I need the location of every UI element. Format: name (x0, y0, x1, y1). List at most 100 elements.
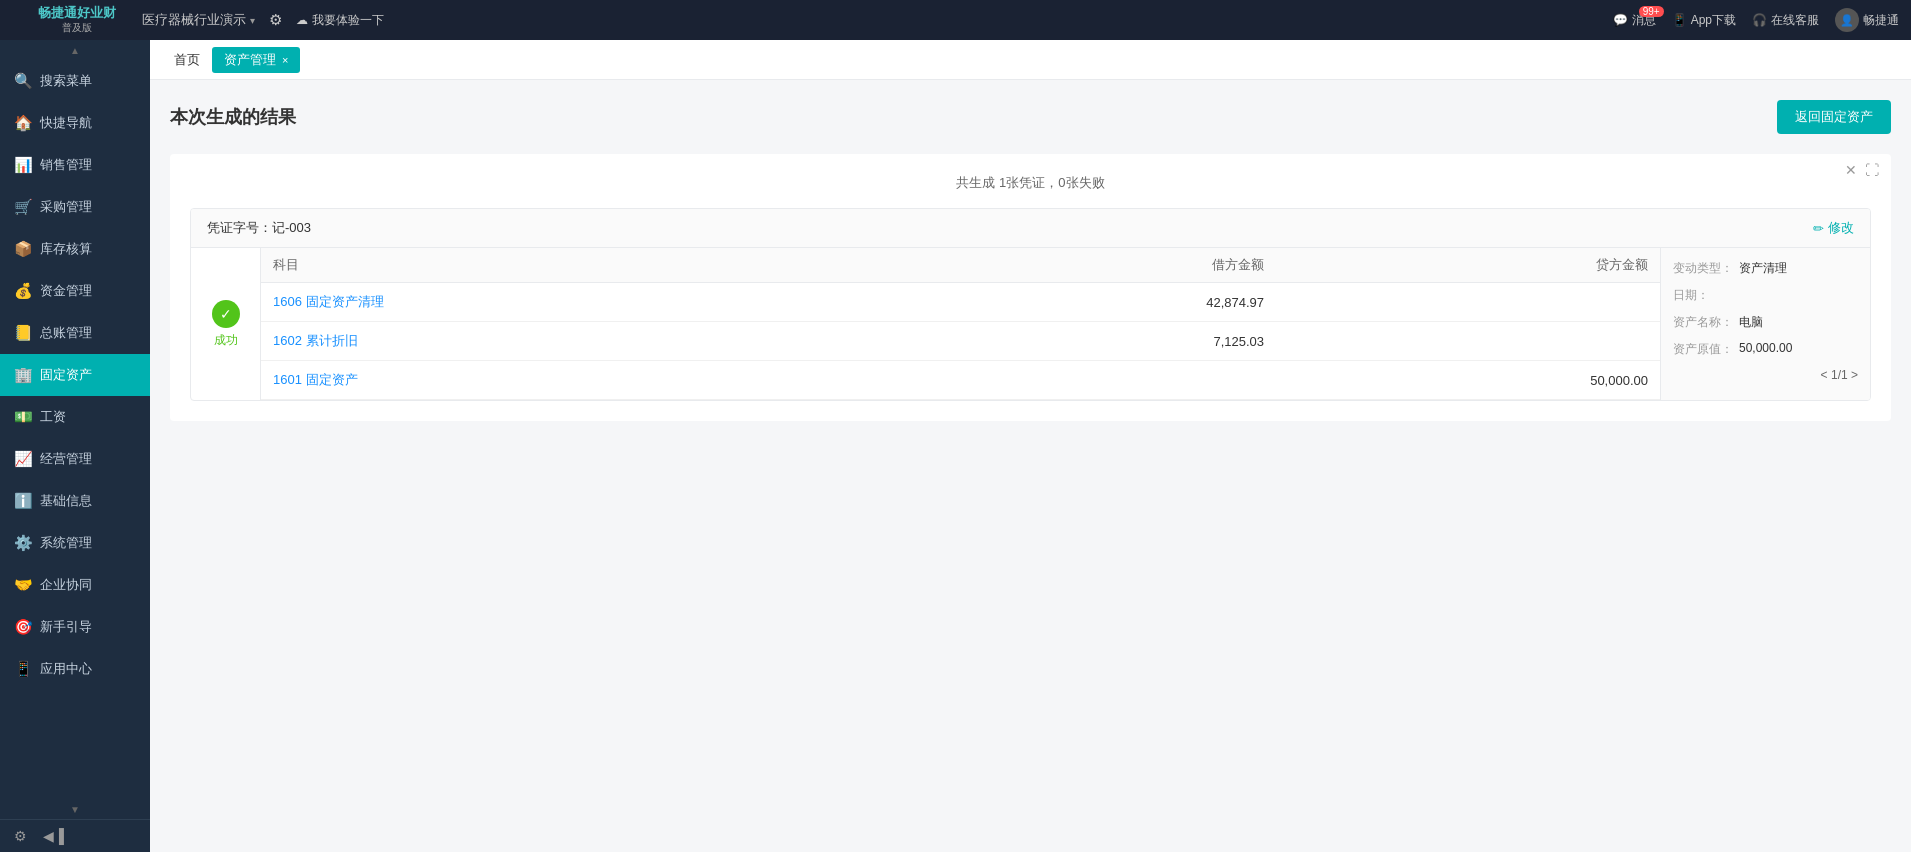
sidebar-item-system[interactable]: ⚙️ 系统管理 (0, 522, 150, 564)
tab-home[interactable]: 首页 (166, 51, 208, 69)
tab-asset-management[interactable]: 资产管理 × (212, 47, 300, 73)
asset-name-row: 资产名称： 电脑 (1673, 314, 1858, 331)
debit-amount: 42,874.97 (892, 283, 1276, 322)
change-type-label: 变动类型： (1673, 260, 1733, 277)
sidebar-label-system: 系统管理 (40, 534, 92, 552)
app-download-button[interactable]: 📱 App下载 (1672, 12, 1736, 29)
subject-link[interactable]: 1601 固定资产 (273, 372, 358, 387)
messages-button[interactable]: 💬 消息 99+ (1613, 12, 1656, 29)
sidebar-item-app-center[interactable]: 📱应用中心 (0, 648, 150, 690)
pagination-prev[interactable]: < (1821, 368, 1828, 382)
sidebar-scroll: 🔍 搜索菜单 🏠 快捷导航 📊 销售管理 🛒采购管理 📦 库存核算 💰资金管理📒总账管理🏢固定资产… (0, 60, 150, 799)
page-content: 本次生成的结果 返回固定资产 ✕ ⛶ 共生成 1张凭证，0张失败 凭证字号：记-… (150, 80, 1911, 852)
debit-amount: 7,125.03 (892, 322, 1276, 361)
user-menu[interactable]: 👤 畅捷通 (1835, 8, 1899, 32)
pagination-text: 1/1 (1831, 368, 1851, 382)
sidebar-item-newbie[interactable]: 🎯新手引导 (0, 606, 150, 648)
subject-link[interactable]: 1602 累计折旧 (273, 333, 358, 348)
sidebar-item-purchase[interactable]: 🛒采购管理 (0, 186, 150, 228)
edit-label: 修改 (1828, 219, 1854, 237)
company-selector[interactable]: 医疗器械行业演示 ▾ (142, 11, 255, 29)
credit-amount: 50,000.00 (1276, 361, 1660, 400)
pagination-next[interactable]: > (1851, 368, 1858, 382)
sidebar-icon-fixed-assets: 🏢 (14, 366, 32, 384)
sidebar-item-operation[interactable]: 📈经营管理 (0, 438, 150, 480)
close-panel-icon[interactable]: ✕ (1845, 162, 1857, 178)
sidebar-icon-system: ⚙️ (14, 534, 32, 552)
sidebar-label-enterprise: 企业协同 (40, 576, 92, 594)
sidebar-item-ledger[interactable]: 📒总账管理 (0, 312, 150, 354)
back-to-fixed-assets-button[interactable]: 返回固定资产 (1777, 100, 1891, 134)
col-header-subject: 科目 (261, 248, 892, 283)
sidebar-icon-inventory: 📦 (14, 240, 32, 258)
info-panel: 变动类型： 资产清理 日期： 资产名称： 电脑 (1660, 248, 1870, 400)
success-icon: ✓ (212, 300, 240, 328)
voucher-section: 凭证字号：记-003 ✏ 修改 ✓ 成功 (190, 208, 1871, 401)
sidebar-item-search-menu[interactable]: 🔍 搜索菜单 (0, 60, 150, 102)
content-area: 首页 资产管理 × 本次生成的结果 返回固定资产 ✕ ⛶ 共生成 1张凭证 (150, 40, 1911, 852)
sidebar-label-inventory: 库存核算 (40, 240, 92, 258)
main-layout: ▲ 🔍 搜索菜单 🏠 快捷导航 📊 销售管理 🛒采购管理 📦 库存核算 💰资金管理📒总账管理🏢固定… (0, 40, 1911, 852)
sidebar-item-sales[interactable]: 📊 销售管理 (0, 144, 150, 186)
sidebar-icon-sales: 📊 (14, 156, 32, 174)
sidebar-item-salary[interactable]: 💵工资 (0, 396, 150, 438)
asset-original-row: 资产原值： 50,000.00 (1673, 341, 1858, 358)
sidebar-scroll-down[interactable]: ▼ (0, 799, 150, 819)
table-area: 科目 借方金额 贷方金额 1606 固定资产清理 42,874.97 1602 … (261, 248, 1660, 400)
edit-icon: ✏ (1813, 221, 1824, 236)
sidebar-label-search-menu: 搜索菜单 (40, 72, 92, 90)
asset-name-value: 电脑 (1739, 314, 1763, 331)
try-experience-button[interactable]: ☁ 我要体验一下 (296, 12, 384, 29)
sidebar-item-enterprise[interactable]: 🤝 企业协同 (0, 564, 150, 606)
header-right: 💬 消息 99+ 📱 App下载 🎧 在线客服 👤 畅捷通 (1613, 8, 1899, 32)
online-service-button[interactable]: 🎧 在线客服 (1752, 12, 1819, 29)
sidebar-item-basic-info[interactable]: ℹ️ 基础信息 (0, 480, 150, 522)
sidebar-item-quick-nav[interactable]: 🏠 快捷导航 (0, 102, 150, 144)
sidebar-icon-quick-nav: 🏠 (14, 114, 32, 132)
sidebar-icon-fund: 💰 (14, 282, 32, 300)
cloud-icon: ☁ (296, 13, 308, 27)
page-title: 本次生成的结果 (170, 105, 296, 129)
page-header: 本次生成的结果 返回固定资产 (170, 100, 1891, 134)
success-label: 成功 (214, 332, 238, 349)
gear-button[interactable]: ⚙ (263, 9, 288, 31)
tab-bar: 首页 资产管理 × (150, 40, 1911, 80)
pagination[interactable]: < 1/1 > (1673, 368, 1858, 382)
asset-original-label: 资产原值： (1673, 341, 1733, 358)
tab-active-label: 资产管理 (224, 51, 276, 69)
date-row: 日期： (1673, 287, 1858, 304)
sidebar-icon-search-menu: 🔍 (14, 72, 32, 90)
sidebar-item-fund[interactable]: 💰资金管理 (0, 270, 150, 312)
settings-button[interactable]: ⚙ (14, 828, 27, 844)
tab-close-icon[interactable]: × (282, 54, 288, 66)
phone-icon: 📱 (1672, 13, 1687, 27)
expand-panel-icon[interactable]: ⛶ (1865, 162, 1879, 178)
logo-subtitle: 普及版 (62, 21, 92, 35)
sidebar-label-quick-nav: 快捷导航 (40, 114, 92, 132)
subject-link[interactable]: 1606 固定资产清理 (273, 294, 384, 309)
sidebar-icon-basic-info: ℹ️ (14, 492, 32, 510)
header-middle: 医疗器械行业演示 ▾ ⚙ ☁ 我要体验一下 (142, 9, 1613, 31)
messages-badge: 99+ (1639, 6, 1664, 17)
col-header-debit: 借方金额 (892, 248, 1276, 283)
sidebar-label-sales: 销售管理 (40, 156, 92, 174)
sidebar-icon-newbie: 🎯 (14, 618, 32, 636)
sidebar: ▲ 🔍 搜索菜单 🏠 快捷导航 📊 销售管理 🛒采购管理 📦 库存核算 💰资金管理📒总账管理🏢固定… (0, 40, 150, 852)
collapse-button[interactable]: ◀▐ (43, 828, 64, 844)
sidebar-scroll-up[interactable]: ▲ (0, 40, 150, 60)
credit-amount (1276, 322, 1660, 361)
edit-voucher-button[interactable]: ✏ 修改 (1813, 219, 1854, 237)
change-type-row: 变动类型： 资产清理 (1673, 260, 1858, 277)
change-type-value: 资产清理 (1739, 260, 1787, 277)
sidebar-item-fixed-assets[interactable]: 🏢固定资产 (0, 354, 150, 396)
avatar: 👤 (1835, 8, 1859, 32)
debit-amount (892, 361, 1276, 400)
credit-amount (1276, 283, 1660, 322)
table-row: 1606 固定资产清理 42,874.97 (261, 283, 1660, 322)
sidebar-item-inventory[interactable]: 📦 库存核算 (0, 228, 150, 270)
table-row: 1601 固定资产 50,000.00 (261, 361, 1660, 400)
success-status: ✓ 成功 (191, 248, 261, 400)
sidebar-icon-enterprise: 🤝 (14, 576, 32, 594)
sidebar-label-basic-info: 基础信息 (40, 492, 92, 510)
app-download-label: App下载 (1691, 12, 1736, 29)
